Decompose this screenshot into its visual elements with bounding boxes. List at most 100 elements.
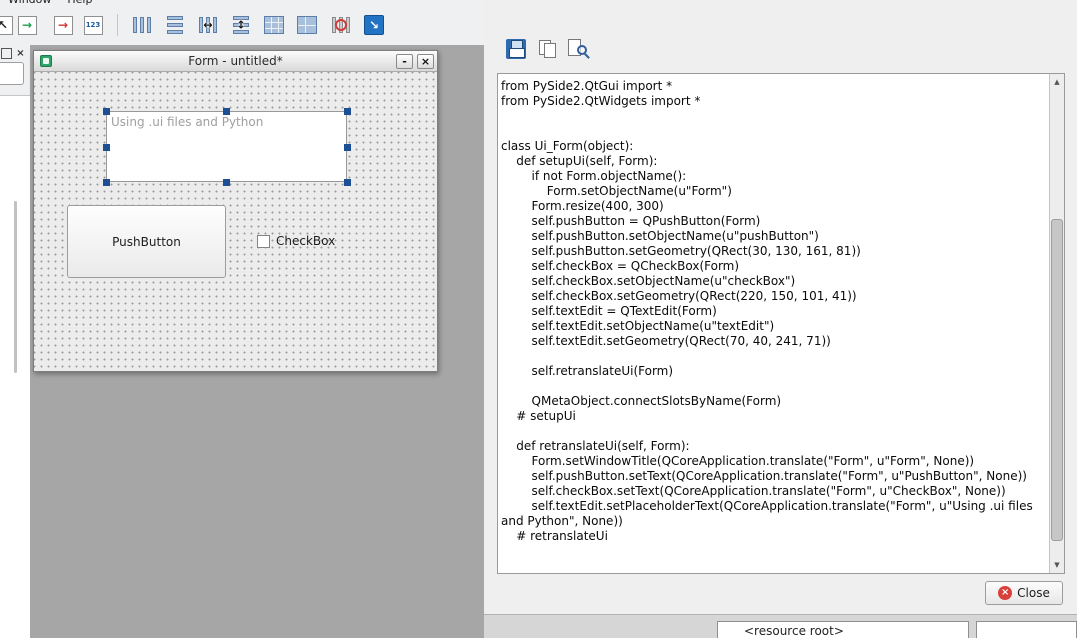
- save-button[interactable]: [503, 36, 529, 62]
- edit-buddies-button[interactable]: →: [50, 12, 76, 38]
- scroll-down-icon[interactable]: ▼: [1050, 558, 1064, 572]
- checkbox-label: CheckBox: [276, 234, 335, 248]
- code-line: from PySide2.QtGui import *: [501, 79, 1049, 94]
- code-line: self.checkBox.setText(QCoreApplication.t…: [501, 484, 1049, 499]
- splitter-horizontal-button[interactable]: ↔: [195, 12, 221, 38]
- edit-tab-order-button[interactable]: 123: [80, 12, 106, 38]
- checkbox-widget[interactable]: CheckBox: [257, 234, 335, 248]
- scrollbar-thumb[interactable]: [1051, 219, 1063, 541]
- code-content: from PySide2.QtGui import *from PySide2.…: [498, 74, 1049, 573]
- selection-handle[interactable]: [103, 144, 110, 151]
- scroll-up-icon[interactable]: ▲: [1050, 75, 1064, 89]
- edit-widgets-icon: ↖: [0, 16, 13, 35]
- code-line: [501, 124, 1049, 139]
- find-button[interactable]: [565, 36, 591, 62]
- adjust-size-button[interactable]: ↘: [361, 12, 387, 38]
- toolbar-separator: [117, 14, 118, 36]
- textedit-widget[interactable]: Using .ui files and Python: [106, 111, 347, 182]
- resource-detail-box[interactable]: [976, 621, 1077, 638]
- menu-window[interactable]: Window: [8, 0, 51, 6]
- code-line: Form.setObjectName(u"Form"): [501, 184, 1049, 199]
- code-view[interactable]: from PySide2.QtGui import *from PySide2.…: [497, 73, 1065, 574]
- form-window-title: Form - untitled*: [34, 54, 437, 68]
- code-line: Form.resize(400, 300): [501, 199, 1049, 214]
- save-icon: [506, 39, 526, 59]
- layout-grid-icon: [264, 16, 284, 34]
- textedit-placeholder: Using .ui files and Python: [107, 112, 346, 132]
- code-line: self.retranslateUi(Form): [501, 364, 1049, 379]
- menu-items: Window Help: [8, 0, 92, 6]
- layout-form-button[interactable]: [294, 12, 320, 38]
- find-icon: [567, 39, 590, 59]
- code-line: self.textEdit = QTextEdit(Form): [501, 304, 1049, 319]
- adjust-size-icon: ↘: [364, 15, 384, 35]
- selection-handle[interactable]: [223, 179, 230, 186]
- splitter-horizontal-icon: ↔: [199, 17, 217, 33]
- close-button[interactable]: × Close: [985, 581, 1063, 605]
- break-layout-icon: [332, 17, 350, 33]
- layout-grid-button[interactable]: [261, 12, 287, 38]
- form-window-buttons: - ×: [396, 54, 434, 69]
- selection-handle[interactable]: [344, 108, 351, 115]
- main-toolbar: ↖ → → 123 ↔ ↕: [0, 8, 484, 45]
- code-line: from PySide2.QtWidgets import *: [501, 94, 1049, 109]
- code-line: class Ui_Form(object):: [501, 139, 1049, 154]
- code-line: self.checkBox.setObjectName(u"checkBox"): [501, 274, 1049, 289]
- code-line: def retranslateUi(self, Form):: [501, 439, 1049, 454]
- copy-icon: [538, 39, 558, 59]
- code-line: self.checkBox.setGeometry(QRect(220, 150…: [501, 289, 1049, 304]
- layout-horizontal-icon: [133, 17, 151, 33]
- form-minimize-button[interactable]: -: [396, 54, 413, 69]
- widget-box-scrollbar[interactable]: [14, 201, 17, 373]
- code-line: [501, 349, 1049, 364]
- code-line: self.pushButton = QPushButton(Form): [501, 214, 1049, 229]
- layout-vertical-button[interactable]: [162, 12, 188, 38]
- edit-signals-slots-button[interactable]: →: [14, 12, 40, 38]
- code-scrollbar[interactable]: ▲ ▼: [1049, 74, 1064, 573]
- code-line: self.textEdit.setObjectName(u"textEdit"): [501, 319, 1049, 334]
- dock-close-icon[interactable]: ×: [15, 48, 26, 59]
- code-line: [501, 379, 1049, 394]
- selection-handle[interactable]: [103, 179, 110, 186]
- code-line: QMetaObject.connectSlotsByName(Form): [501, 394, 1049, 409]
- form-close-button[interactable]: ×: [417, 54, 434, 69]
- selection-handle[interactable]: [344, 179, 351, 186]
- checkbox-indicator[interactable]: [257, 235, 270, 248]
- code-line: # setupUi: [501, 409, 1049, 424]
- splitter-vertical-icon: ↕: [233, 16, 249, 34]
- menu-help[interactable]: Help: [67, 0, 92, 6]
- code-line: Form.setWindowTitle(QCoreApplication.tra…: [501, 454, 1049, 469]
- copy-button[interactable]: [535, 36, 561, 62]
- code-line: self.textEdit.setGeometry(QRect(70, 40, …: [501, 334, 1049, 349]
- widget-box-dock: ×: [0, 45, 30, 638]
- dock-float-icon[interactable]: [1, 48, 12, 59]
- code-line: if not Form.objectName():: [501, 169, 1049, 184]
- close-button-label: Close: [1017, 586, 1050, 600]
- resource-tree[interactable]: <resource root>: [717, 621, 969, 638]
- close-icon: ×: [998, 586, 1012, 600]
- widget-box-list[interactable]: [0, 95, 30, 638]
- edit-buddies-icon: →: [54, 16, 73, 35]
- break-layout-button[interactable]: [328, 12, 354, 38]
- code-line: # retranslateUi: [501, 529, 1049, 544]
- code-dialog: from PySide2.QtGui import *from PySide2.…: [484, 0, 1077, 614]
- code-line: [501, 109, 1049, 124]
- selection-handle[interactable]: [344, 144, 351, 151]
- bottom-panel: <resource root>: [484, 614, 1077, 638]
- pushbutton-widget[interactable]: PushButton: [67, 205, 226, 278]
- splitter-vertical-button[interactable]: ↕: [228, 12, 254, 38]
- selection-handle[interactable]: [223, 108, 230, 115]
- form-window-icon: [40, 55, 52, 67]
- code-line: self.pushButton.setGeometry(QRect(30, 13…: [501, 244, 1049, 259]
- form-canvas[interactable]: Using .ui files and Python PushButton Ch…: [34, 72, 437, 371]
- resource-root-item[interactable]: <resource root>: [744, 624, 844, 638]
- code-line: self.pushButton.setObjectName(u"pushButt…: [501, 229, 1049, 244]
- selection-handle[interactable]: [103, 108, 110, 115]
- edit-signals-slots-icon: →: [18, 16, 37, 35]
- widget-filter-input[interactable]: [0, 62, 24, 85]
- layout-horizontal-button[interactable]: [129, 12, 155, 38]
- app-root: Window Help ↖ → → 123 ↔ ↕: [0, 0, 1077, 638]
- form-window-titlebar[interactable]: Form - untitled* - ×: [34, 51, 437, 72]
- form-editor-window: Form - untitled* - × Using .ui files and…: [33, 50, 438, 372]
- code-line: def setupUi(self, Form):: [501, 154, 1049, 169]
